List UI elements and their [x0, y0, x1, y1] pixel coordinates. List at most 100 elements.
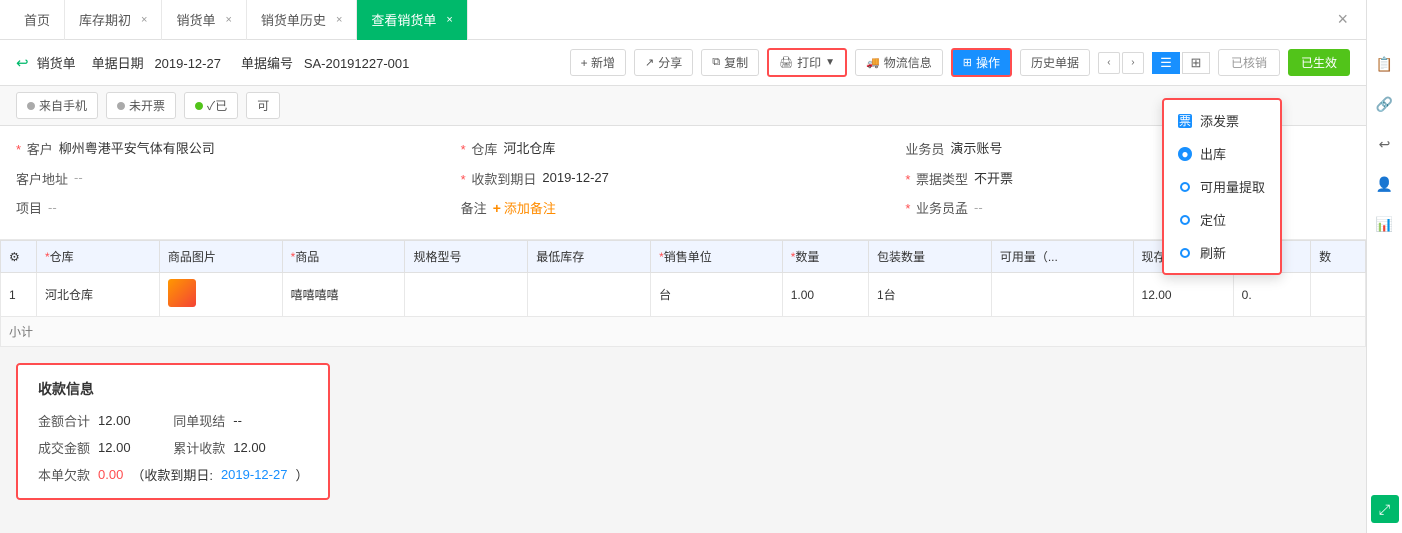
sidebar-icon-chart[interactable]: 📊 — [1371, 210, 1399, 238]
dropdown-refresh[interactable]: 刷新 — [1164, 236, 1280, 269]
refresh-icon — [1178, 246, 1192, 260]
print-button[interactable]: 🖨 打印 ▼ — [767, 48, 847, 77]
remark-field: 备注 添加备注 — [461, 198, 906, 217]
sold-status-button[interactable]: 已核销 — [1218, 49, 1280, 76]
history-button[interactable]: 历史单据 — [1020, 49, 1090, 76]
row-qty: 1.00 — [782, 273, 868, 317]
tab-sales-history-close[interactable]: × — [336, 14, 342, 26]
tab-home[interactable]: 首页 — [10, 0, 65, 40]
tab-bar: 首页 库存期初 × 销货单 × 销货单历史 × 查看销货单 × × — [0, 0, 1366, 40]
document-meta: 单据日期 2019-12-27 单据编号 SA-20191227-001 — [92, 53, 410, 72]
add-invoice-icon: 票 — [1178, 114, 1192, 128]
add-remark-button[interactable]: 添加备注 — [493, 198, 556, 217]
row-available — [991, 273, 1133, 317]
logistics-button[interactable]: 🚚 物流信息 — [855, 49, 943, 76]
col-product-img: 商品图片 — [159, 241, 282, 273]
owed-item: 本单欠款 0.00 （收款到期日: 2019-12-27 ） — [38, 465, 308, 484]
row-min-stock — [528, 273, 651, 317]
address-field: 客户地址 -- — [16, 169, 461, 188]
number-label: 单据编号 SA-20191227-001 — [241, 53, 409, 72]
owed-value: 0.00 — [98, 467, 123, 482]
sidebar-icon-user[interactable]: 👤 — [1371, 170, 1399, 198]
grid-view-btn[interactable]: ⊞ — [1182, 52, 1210, 74]
document-actions: + 新增 ↗ 分享 ⧉ 复制 🖨 打印 ▼ 🚚 物流信息 ⊞ 操作 — [570, 48, 1350, 77]
salesperson-value: 演示账号 — [950, 138, 1070, 158]
tab-view-sales[interactable]: 查看销货单 × — [357, 0, 467, 40]
confirm-button[interactable]: ✓已 — [184, 92, 238, 119]
cumulative-item: 累计收款 12.00 — [173, 438, 308, 457]
dropdown-available-qty[interactable]: 可用量提取 — [1164, 170, 1280, 203]
salesperson2-value: -- — [974, 200, 1094, 216]
row-package-qty: 1台 — [869, 273, 992, 317]
row-extra — [1311, 273, 1366, 317]
subtotal-row: 小计 — [1, 317, 1366, 347]
right-sidebar: 📋 🔗 ↩ 👤 📊 ⤢ — [1366, 0, 1402, 533]
dropdown-locate[interactable]: 定位 — [1164, 203, 1280, 236]
col-package-qty: 包装数量 — [869, 241, 992, 273]
tab-sales-order-close[interactable]: × — [225, 14, 231, 26]
effect-status-button[interactable]: 已生效 — [1288, 49, 1350, 76]
list-view-btn[interactable]: ☰ — [1152, 52, 1180, 74]
form-row-2: 客户地址 -- * 收款到期日 2019-12-27 * 票据类型 不开票 — [16, 168, 1350, 188]
number-value: SA-20191227-001 — [304, 56, 410, 71]
warehouse-value: 河北仓库 — [503, 138, 623, 158]
locate-icon — [1178, 213, 1192, 227]
product-image — [168, 279, 196, 307]
document-icon: ↩ — [16, 54, 29, 72]
outbound-icon: ● — [1178, 147, 1192, 161]
deal-amount-value: 12.00 — [98, 440, 131, 455]
document-title-area: ↩ 销货单 — [16, 53, 76, 72]
amount-total-item: 金额合计 12.00 — [38, 411, 173, 430]
due-date-value: 2019-12-27 — [542, 170, 662, 186]
col-spec: 规格型号 — [405, 241, 528, 273]
from-phone-button[interactable]: 来自手机 — [16, 92, 98, 119]
prev-arrow[interactable]: ‹ — [1098, 52, 1120, 74]
view-buttons: ☰ ⊞ — [1152, 52, 1210, 74]
cumulative-value: 12.00 — [233, 440, 266, 455]
ticket-type-value: 不开票 — [974, 168, 1094, 188]
due-date-field: * 收款到期日 2019-12-27 — [461, 169, 906, 188]
row-unit-price: 0. — [1233, 273, 1310, 317]
row-current-stock: 12.00 — [1133, 273, 1233, 317]
tab-sales-history[interactable]: 销货单历史 × — [247, 0, 357, 40]
tab-inventory-init[interactable]: 库存期初 × — [65, 0, 162, 40]
window-close-button[interactable]: × — [1329, 9, 1356, 30]
next-arrow[interactable]: › — [1122, 52, 1144, 74]
payment-info-grid: 金额合计 12.00 同单现结 -- 成交金额 12.00 累计收款 12.00… — [38, 411, 308, 484]
tab-view-sales-close[interactable]: × — [446, 14, 452, 26]
dropdown-outbound[interactable]: ● 出库 — [1164, 137, 1280, 170]
col-warehouse: *仓库 — [37, 241, 160, 273]
salesperson-field: 业务员 演示账号 — [905, 138, 1350, 158]
document-header: ↩ 销货单 单据日期 2019-12-27 单据编号 SA-20191227-0… — [0, 40, 1366, 86]
tab-sales-order[interactable]: 销货单 × — [162, 0, 246, 40]
add-button[interactable]: + 新增 — [570, 49, 626, 76]
col-qty: *数量 — [782, 241, 868, 273]
not-open-ticket-button[interactable]: 未开票 — [106, 92, 176, 119]
customer-value: 柳州粤港平安气体有限公司 — [59, 138, 215, 158]
col-extra: 数 — [1311, 241, 1366, 273]
sidebar-icon-return[interactable]: ↩ — [1371, 130, 1399, 158]
share-button[interactable]: ↗ 分享 — [634, 49, 693, 76]
customer-field: * 客户 柳州粤港平安气体有限公司 — [16, 138, 461, 158]
copy-button[interactable]: ⧉ 复制 — [701, 49, 759, 76]
sidebar-icon-doc[interactable]: 📋 — [1371, 50, 1399, 78]
col-unit: *销售单位 — [651, 241, 783, 273]
row-unit: 台 — [651, 273, 783, 317]
operations-button[interactable]: ⊞ 操作 — [951, 48, 1012, 77]
sidebar-icon-link[interactable]: 🔗 — [1371, 90, 1399, 118]
date-value: 2019-12-27 — [154, 56, 221, 71]
dropdown-add-invoice[interactable]: 票 添发票 — [1164, 104, 1280, 137]
col-settings: ⚙ — [1, 241, 37, 273]
amount-total-value: 12.00 — [98, 413, 131, 428]
sidebar-icon-expand[interactable]: ⤢ — [1371, 495, 1399, 523]
col-available: 可用量（... — [991, 241, 1133, 273]
row-product-img — [159, 273, 282, 317]
nav-arrows: ‹ › — [1098, 52, 1144, 74]
project-field: 项目 -- — [16, 198, 461, 217]
address-value: -- — [74, 170, 194, 186]
tab-inventory-init-close[interactable]: × — [141, 14, 147, 26]
available-button[interactable]: 可 — [246, 92, 280, 119]
ticket-type-field: * 票据类型 不开票 — [905, 168, 1350, 188]
table-row: 1 河北仓库 嘻嘻嘻嘻 台 1.00 1台 12.00 0. — [1, 273, 1366, 317]
owed-note: （收款到期日: — [131, 465, 213, 484]
